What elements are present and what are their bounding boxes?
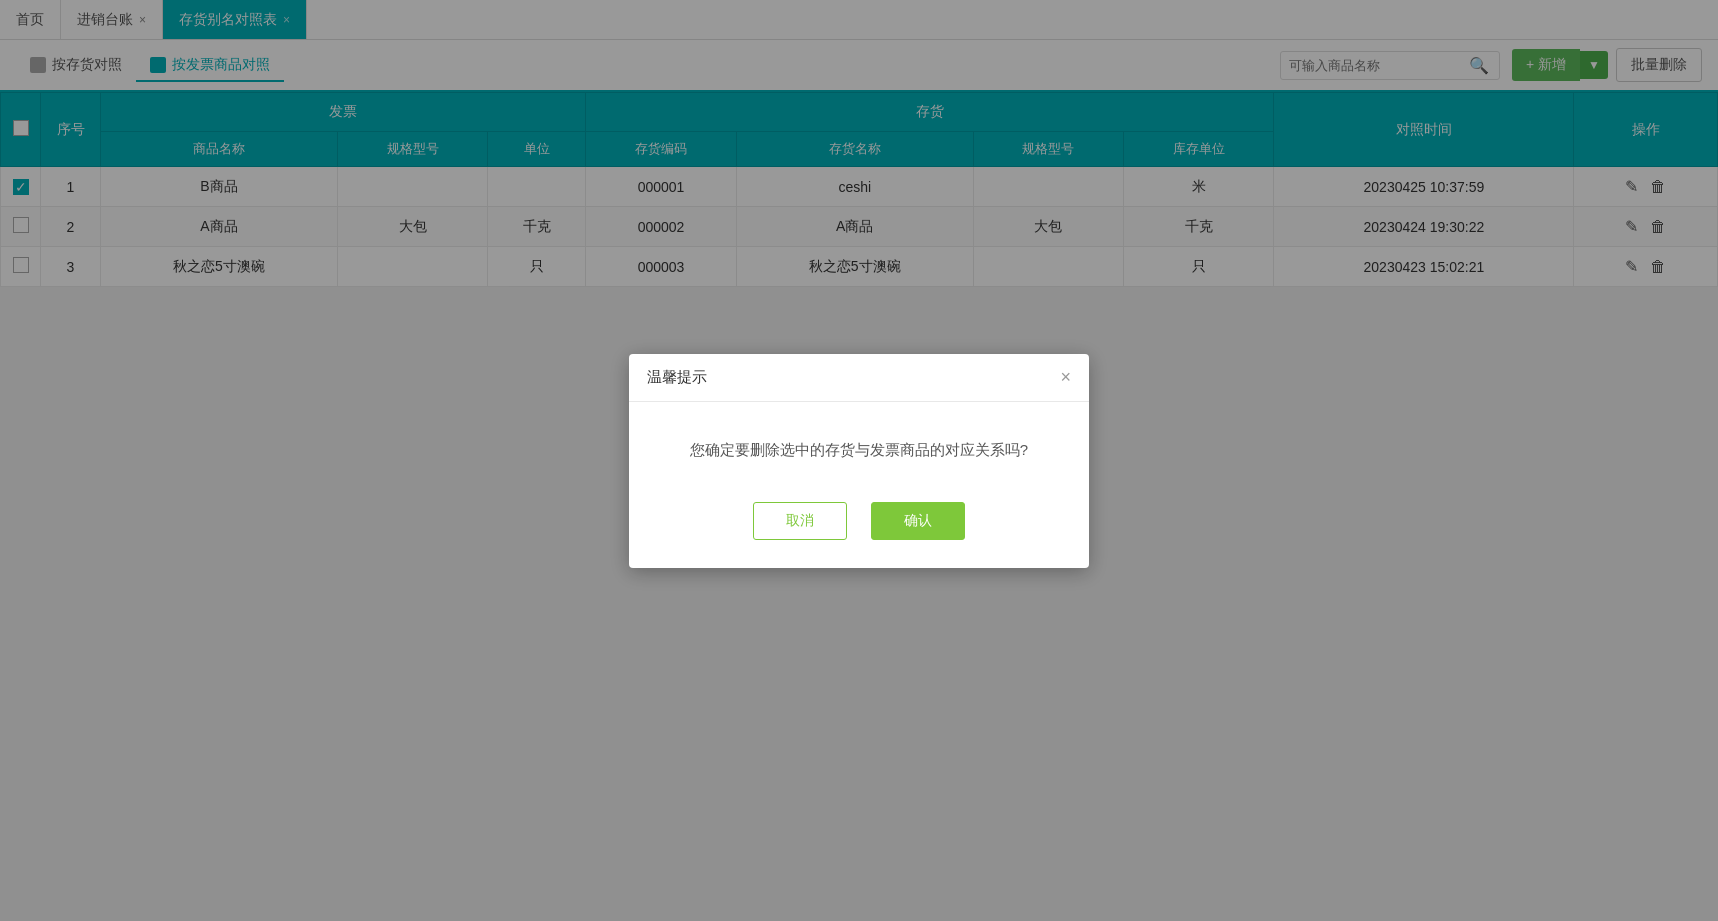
overlay: 温馨提示 × 您确定要删除选中的存货与发票商品的对应关系吗? 取消 确认 — [0, 0, 1718, 287]
